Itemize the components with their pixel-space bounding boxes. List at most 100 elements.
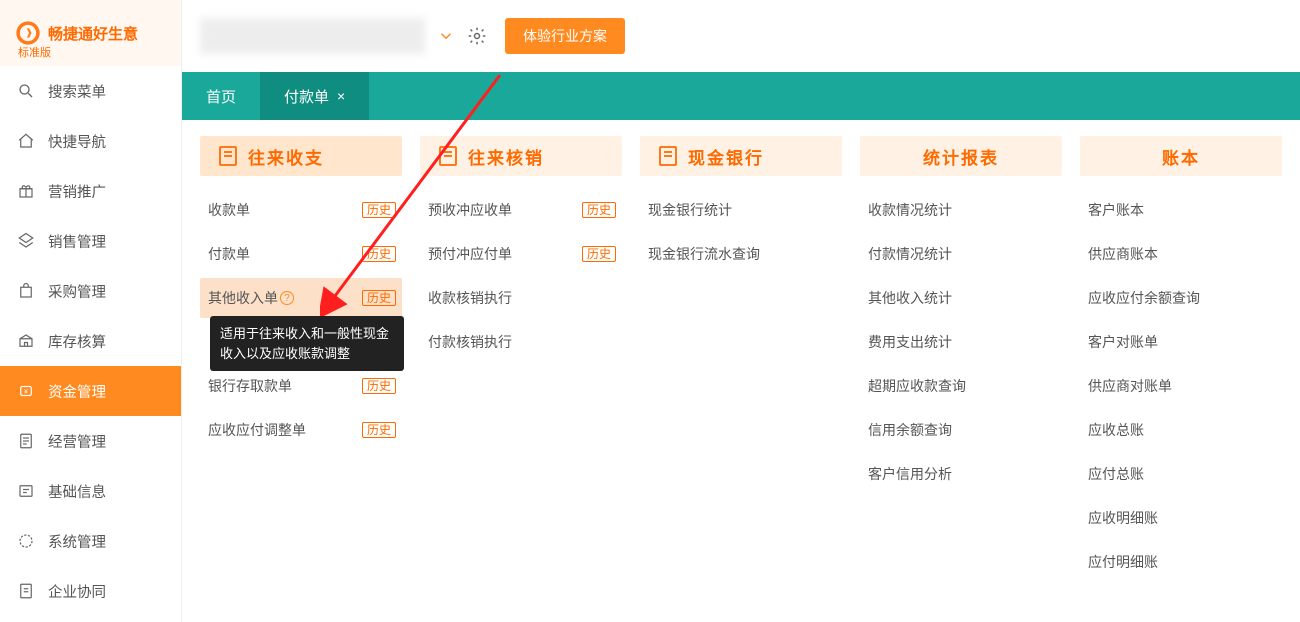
sidebar-item-2[interactable]: 营销推广 — [0, 166, 181, 216]
gift-icon — [16, 181, 36, 201]
list-item-label: 现金银行流水查询 — [648, 244, 760, 264]
column-4: 账本客户账本供应商账本应收应付余额查询客户对账单供应商对账单应收总账应付总账应收… — [1080, 136, 1282, 606]
column-0: 往来收支收款单历史付款单历史其他收入单?历史费用支出单历史银行存取款单历史应收应… — [200, 136, 402, 606]
list-item[interactable]: 应收应付余额查询 — [1080, 278, 1282, 318]
column-header: 账本 — [1080, 136, 1282, 176]
sidebar-item-7[interactable]: 经营管理 — [0, 416, 181, 466]
list-item[interactable]: 现金银行流水查询 — [640, 234, 842, 274]
list-item[interactable]: 应收明细账 — [1080, 498, 1282, 538]
list-item[interactable]: 收款核销执行 — [420, 278, 622, 318]
sidebar-item-10[interactable]: 企业协同 — [0, 566, 181, 616]
list-item-label: 预付冲应付单 — [428, 244, 512, 264]
tab-1[interactable]: 付款单 × — [260, 72, 369, 120]
list-item[interactable]: 预收冲应收单历史 — [420, 190, 622, 230]
list-item-label: 供应商对账单 — [1088, 376, 1172, 396]
sidebar-item-label: 资金管理 — [48, 381, 106, 402]
list-item-label: 客户对账单 — [1088, 332, 1158, 352]
column-title: 账本 — [1162, 144, 1200, 169]
history-tag[interactable]: 历史 — [362, 422, 396, 438]
list-item-label: 供应商账本 — [1088, 244, 1158, 264]
doc-icon — [216, 144, 240, 168]
tab-0[interactable]: 首页 — [182, 72, 260, 120]
chevron-down-icon[interactable] — [437, 27, 455, 45]
column-list: 收款情况统计付款情况统计其他收入统计费用支出统计超期应收款查询信用余额查询客户信… — [860, 176, 1062, 494]
doc-icon — [656, 144, 680, 168]
sidebar-item-4[interactable]: 采购管理 — [0, 266, 181, 316]
corp-icon — [16, 581, 36, 601]
tabbar: 首页 付款单 × — [182, 72, 1300, 120]
column-1: 往来核销预收冲应收单历史预付冲应付单 历史收款核销执行付款核销执行 — [420, 136, 622, 606]
sidebar-item-8[interactable]: 基础信息 — [0, 466, 181, 516]
money-icon: ¥ — [16, 381, 36, 401]
list-item[interactable]: 应付总账 — [1080, 454, 1282, 494]
close-icon[interactable]: × — [337, 88, 345, 104]
sidebar-item-label: 快捷导航 — [48, 131, 106, 152]
tooltip: 适用于往来收入和一般性现金收入以及应收账款调整 — [210, 316, 404, 371]
sidebar-item-label: 经营管理 — [48, 431, 106, 452]
list-item-label: 应收总账 — [1088, 420, 1144, 440]
list-item[interactable]: 收款单历史 — [200, 190, 402, 230]
sidebar-item-1[interactable]: 快捷导航 — [0, 116, 181, 166]
list-item[interactable]: 其他收入统计 — [860, 278, 1062, 318]
list-item[interactable]: 银行存取款单 历史 — [200, 366, 402, 406]
sidebar-item-6[interactable]: ¥ 资金管理 — [0, 366, 181, 416]
list-item-label: 银行存取款单 — [208, 376, 292, 396]
column-list: 客户账本供应商账本应收应付余额查询客户对账单供应商对账单应收总账应付总账应收明细… — [1080, 176, 1282, 582]
logo-icon — [14, 19, 42, 47]
list-item-label: 客户信用分析 — [868, 464, 952, 484]
sidebar-item-label: 库存核算 — [48, 331, 106, 352]
list-item[interactable]: 应收应付调整单历史 — [200, 410, 402, 450]
list-item[interactable]: 费用支出统计 — [860, 322, 1062, 362]
list-item-label: 信用余额查询 — [868, 420, 952, 440]
column-header: 现金银行 — [640, 136, 842, 176]
column-header: 往来核销 — [420, 136, 622, 176]
list-item[interactable]: 客户信用分析 — [860, 454, 1062, 494]
history-tag[interactable]: 历史 — [362, 246, 396, 262]
history-tag[interactable]: 历史 — [582, 246, 616, 262]
gear-icon[interactable] — [467, 26, 487, 46]
list-item[interactable]: 信用余额查询 — [860, 410, 1062, 450]
tab-label: 付款单 — [284, 86, 329, 107]
list-item-label: 现金银行统计 — [648, 200, 732, 220]
sidebar-item-0[interactable]: 搜索菜单 — [0, 66, 181, 116]
column-title: 往来核销 — [468, 144, 544, 169]
column-3: 统计报表收款情况统计付款情况统计其他收入统计费用支出统计超期应收款查询信用余额查… — [860, 136, 1062, 606]
list-item[interactable]: 付款情况统计 — [860, 234, 1062, 274]
list-item[interactable]: 超期应收款查询 — [860, 366, 1062, 406]
list-item[interactable]: 收款情况统计 — [860, 190, 1062, 230]
sidebar-item-5[interactable]: 库存核算 — [0, 316, 181, 366]
list-item[interactable]: 现金银行统计 — [640, 190, 842, 230]
list-item[interactable]: 其他收入单? 历史 — [200, 278, 402, 318]
list-item-label: 其他收入单? — [208, 288, 294, 308]
list-item-label: 应收明细账 — [1088, 508, 1158, 528]
list-item[interactable]: 应收总账 — [1080, 410, 1282, 450]
sidebar-nav: 搜索菜单快捷导航营销推广销售管理采购管理库存核算 ¥ 资金管理经营管理基础信息系统管… — [0, 66, 181, 616]
list-item[interactable]: 付款单历史 — [200, 234, 402, 274]
history-tag[interactable]: 历史 — [362, 378, 396, 394]
cta-button[interactable]: 体验行业方案 — [505, 18, 625, 54]
list-item-label: 费用支出统计 — [868, 332, 952, 352]
list-item[interactable]: 客户账本 — [1080, 190, 1282, 230]
sale-icon — [16, 231, 36, 251]
sidebar-item-9[interactable]: 系统管理 — [0, 516, 181, 566]
list-item[interactable]: 应付明细账 — [1080, 542, 1282, 582]
list-item[interactable]: 预付冲应付单 历史 — [420, 234, 622, 274]
list-item-label: 收款情况统计 — [868, 200, 952, 220]
history-tag[interactable]: 历史 — [582, 202, 616, 218]
list-item[interactable]: 客户对账单 — [1080, 322, 1282, 362]
sidebar-item-label: 营销推广 — [48, 181, 106, 202]
sidebar-item-label: 基础信息 — [48, 481, 106, 502]
sidebar-item-label: 系统管理 — [48, 531, 106, 552]
sys-icon — [16, 531, 36, 551]
help-icon[interactable]: ? — [280, 291, 294, 305]
list-item[interactable]: 付款核销执行 — [420, 322, 622, 362]
list-item[interactable]: 供应商账本 — [1080, 234, 1282, 274]
list-item-label: 付款情况统计 — [868, 244, 952, 264]
list-item-label: 超期应收款查询 — [868, 376, 966, 396]
history-tag[interactable]: 历史 — [362, 202, 396, 218]
list-item[interactable]: 供应商对账单 — [1080, 366, 1282, 406]
history-tag[interactable]: 历史 — [362, 290, 396, 306]
cart-icon — [16, 281, 36, 301]
column-list: 预收冲应收单历史预付冲应付单 历史收款核销执行付款核销执行 — [420, 176, 622, 362]
sidebar-item-3[interactable]: 销售管理 — [0, 216, 181, 266]
